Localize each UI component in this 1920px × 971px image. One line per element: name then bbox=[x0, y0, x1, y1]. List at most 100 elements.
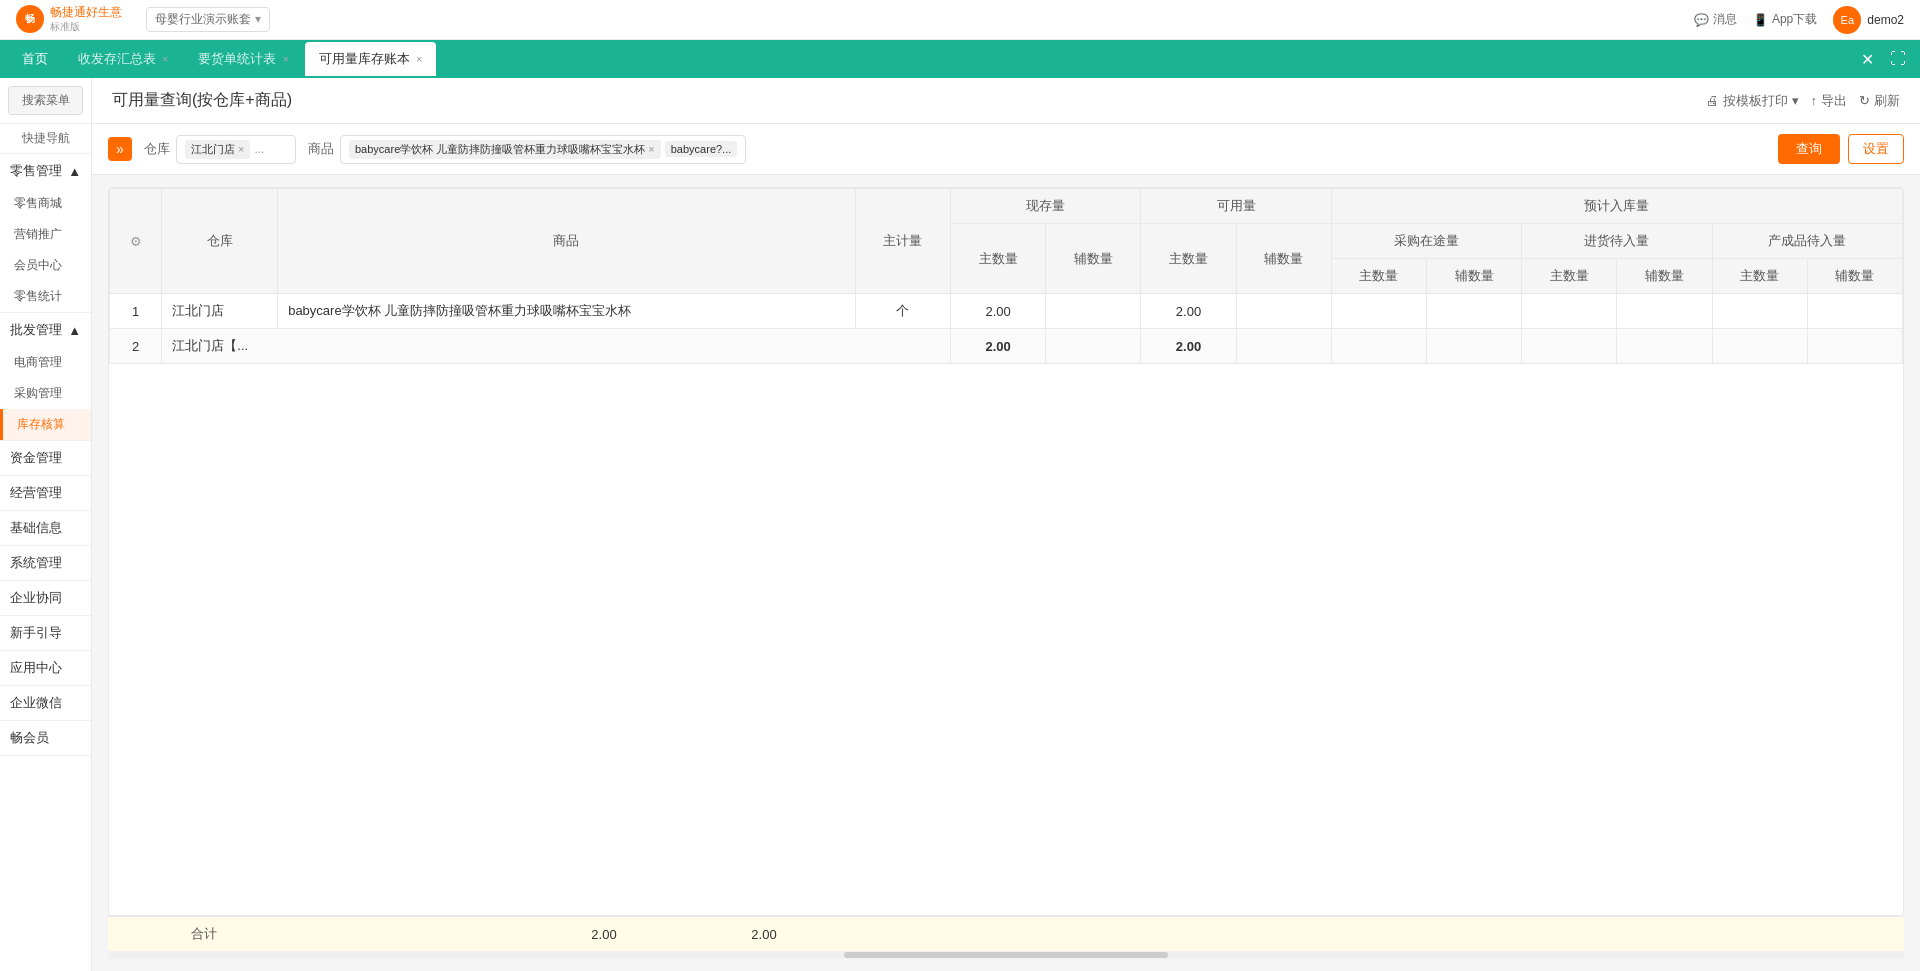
content-area: 可用量查询(按仓库+商品) 🖨 按模板打印 ▾ ↑ 导出 ↻ 刷新 bbox=[92, 78, 1920, 971]
warehouse-more[interactable]: ... bbox=[254, 142, 264, 156]
nav-end-buttons: ✕ ⛶ bbox=[1855, 48, 1912, 71]
col-finished-pending-header: 产成品待入量 bbox=[1712, 224, 1903, 259]
product-filter-input[interactable]: babycare学饮杯 儿童防摔防撞吸管杯重力球吸嘴杯宝宝水杯 × babyca… bbox=[340, 135, 746, 164]
sidebar-section-wholesale-title[interactable]: 批发管理 ▲ bbox=[0, 313, 91, 347]
sidebar-item-quick-nav[interactable]: 快捷导航 bbox=[0, 124, 91, 154]
warehouse-filter-input[interactable]: 江北门店 × ... bbox=[176, 135, 296, 164]
tab-receipt-summary[interactable]: 收发存汇总表 × bbox=[64, 42, 182, 76]
close-nav-btn[interactable]: ✕ bbox=[1855, 48, 1880, 71]
app-logo-icon: 畅 bbox=[16, 5, 44, 33]
query-button[interactable]: 查询 bbox=[1778, 134, 1840, 164]
refresh-btn[interactable]: ↻ 刷新 bbox=[1859, 92, 1900, 110]
settings-button[interactable]: 设置 bbox=[1848, 134, 1904, 164]
row-ip-aux bbox=[1617, 294, 1712, 329]
col-fp-main-header: 主数量 bbox=[1712, 259, 1807, 294]
tab-home[interactable]: 首页 bbox=[8, 44, 62, 74]
user-area[interactable]: Ea demo2 bbox=[1833, 6, 1904, 34]
product-tag-2-text: babycare?... bbox=[671, 143, 732, 155]
sidebar-item-purchase[interactable]: 采购管理 bbox=[0, 378, 91, 409]
row-index: 1 bbox=[110, 294, 162, 329]
table-container: ⚙ 仓库 商品 主计量 现存量 可用量 预计入库量 主数量 辅数量 bbox=[108, 187, 1904, 916]
tab-receipt-label: 收发存汇总表 bbox=[78, 50, 156, 68]
product-tag-1-text: babycare学饮杯 儿童防摔防撞吸管杯重力球吸嘴杯宝宝水杯 bbox=[355, 142, 645, 157]
sidebar-section-enterprise-wechat: 企业微信 bbox=[0, 686, 91, 721]
filter-actions: 查询 设置 bbox=[1778, 134, 1904, 164]
col-settings-header[interactable]: ⚙ bbox=[110, 189, 162, 294]
subtotal-fp-main bbox=[1712, 329, 1807, 364]
col-pt-main-header: 主数量 bbox=[1331, 259, 1426, 294]
filter-expand-btn[interactable]: » bbox=[108, 137, 132, 161]
sidebar-section-system-title[interactable]: 系统管理 bbox=[0, 546, 91, 580]
tab-available-close[interactable]: × bbox=[416, 53, 422, 65]
tab-receipt-close[interactable]: × bbox=[162, 53, 168, 65]
col-warehouse-header: 仓库 bbox=[162, 189, 278, 294]
subtotal-avail-main: 2.00 bbox=[1141, 329, 1236, 364]
sidebar-section-vip-member: 畅会员 bbox=[0, 721, 91, 756]
avatar: Ea bbox=[1833, 6, 1861, 34]
sidebar-section-operations-title[interactable]: 经营管理 bbox=[0, 476, 91, 510]
product-tag-1: babycare学饮杯 儿童防摔防撞吸管杯重力球吸嘴杯宝宝水杯 × bbox=[349, 140, 661, 159]
app-logo-sub: 标准版 bbox=[50, 20, 122, 34]
app-download-btn[interactable]: 📱 App下载 bbox=[1753, 11, 1817, 28]
export-btn[interactable]: ↑ 导出 bbox=[1811, 92, 1848, 110]
export-icon: ↑ bbox=[1811, 93, 1818, 108]
col-ip-aux-header: 辅数量 bbox=[1617, 259, 1712, 294]
subtotal-fp-aux bbox=[1807, 329, 1902, 364]
print-btn[interactable]: 🖨 按模板打印 ▾ bbox=[1706, 92, 1799, 110]
sidebar-section-enterprise-collab-title[interactable]: 企业协同 bbox=[0, 581, 91, 615]
tab-available-stock[interactable]: 可用量库存账本 × bbox=[305, 42, 436, 76]
sidebar-section-vip-member-title[interactable]: 畅会员 bbox=[0, 721, 91, 755]
print-chevron-icon: ▾ bbox=[1792, 93, 1799, 108]
message-btn[interactable]: 💬 消息 bbox=[1694, 11, 1737, 28]
sidebar-section-new-guide-title[interactable]: 新手引导 bbox=[0, 616, 91, 650]
sidebar-item-inventory[interactable]: 库存核算 bbox=[0, 409, 91, 440]
refresh-icon: ↻ bbox=[1859, 93, 1870, 108]
row-stock-aux bbox=[1046, 294, 1141, 329]
col-available-header: 可用量 bbox=[1141, 189, 1331, 224]
sidebar-section-enterprise-collab: 企业协同 bbox=[0, 581, 91, 616]
fullscreen-nav-btn[interactable]: ⛶ bbox=[1884, 48, 1912, 71]
row-warehouse: 江北门店 bbox=[162, 294, 278, 329]
subtotal-stock-main: 2.00 bbox=[951, 329, 1046, 364]
sidebar-section-new-guide: 新手引导 bbox=[0, 616, 91, 651]
expand-icon: » bbox=[116, 141, 124, 157]
sidebar-section-finance: 资金管理 bbox=[0, 441, 91, 476]
industry-selector[interactable]: 母婴行业演示账套 ▾ bbox=[146, 7, 270, 32]
sidebar-section-enterprise-wechat-title[interactable]: 企业微信 bbox=[0, 686, 91, 720]
sidebar-item-marketing[interactable]: 营销推广 bbox=[0, 219, 91, 250]
scroll-thumb[interactable] bbox=[844, 952, 1167, 958]
search-menu-btn[interactable]: 搜索菜单 bbox=[8, 86, 83, 115]
tab-order-stats[interactable]: 要货单统计表 × bbox=[184, 42, 302, 76]
logo-abbr: 畅 bbox=[25, 12, 35, 26]
sidebar-section-basic-info-title[interactable]: 基础信息 bbox=[0, 511, 91, 545]
row-ip-main bbox=[1522, 294, 1617, 329]
col-stock-aux-header: 辅数量 bbox=[1046, 224, 1141, 294]
footer-avail-main: 2.00 bbox=[724, 927, 804, 942]
tab-order-close[interactable]: × bbox=[282, 53, 288, 65]
product-filter-label: 商品 bbox=[308, 140, 334, 158]
sidebar-item-retail-mall[interactable]: 零售商城 bbox=[0, 188, 91, 219]
col-unit-header: 主计量 bbox=[855, 189, 950, 294]
gear-icon[interactable]: ⚙ bbox=[130, 234, 142, 249]
subtotal-avail-aux bbox=[1236, 329, 1331, 364]
row-fp-aux bbox=[1807, 294, 1902, 329]
product-filter-group: 商品 babycare学饮杯 儿童防摔防撞吸管杯重力球吸嘴杯宝宝水杯 × bab… bbox=[308, 135, 746, 164]
sidebar-item-ecommerce[interactable]: 电商管理 bbox=[0, 347, 91, 378]
product-tag-1-remove[interactable]: × bbox=[648, 143, 654, 155]
nav-tabs-bar: 首页 收发存汇总表 × 要货单统计表 × 可用量库存账本 × ✕ ⛶ bbox=[0, 40, 1920, 78]
sidebar-section-finance-title[interactable]: 资金管理 bbox=[0, 441, 91, 475]
print-icon: 🖨 bbox=[1706, 93, 1719, 108]
download-icon: 📱 bbox=[1753, 13, 1768, 27]
sidebar-item-retail-stats[interactable]: 零售统计 bbox=[0, 281, 91, 312]
row-pt-aux bbox=[1426, 294, 1521, 329]
col-forecast-header: 预计入库量 bbox=[1331, 189, 1902, 224]
sidebar-item-member-center[interactable]: 会员中心 bbox=[0, 250, 91, 281]
inventory-table: ⚙ 仓库 商品 主计量 现存量 可用量 预计入库量 主数量 辅数量 bbox=[109, 188, 1903, 364]
sidebar-search-area: 搜索菜单 bbox=[0, 78, 91, 124]
app-logo-text: 畅捷通好生意 bbox=[50, 5, 122, 19]
warehouse-tag-remove[interactable]: × bbox=[238, 143, 244, 155]
sidebar-section-retail-title[interactable]: 零售管理 ▲ bbox=[0, 154, 91, 188]
footer-stock-aux bbox=[644, 927, 724, 942]
col-avail-main-header: 主数量 bbox=[1141, 224, 1236, 294]
sidebar-section-app-center-title[interactable]: 应用中心 bbox=[0, 651, 91, 685]
